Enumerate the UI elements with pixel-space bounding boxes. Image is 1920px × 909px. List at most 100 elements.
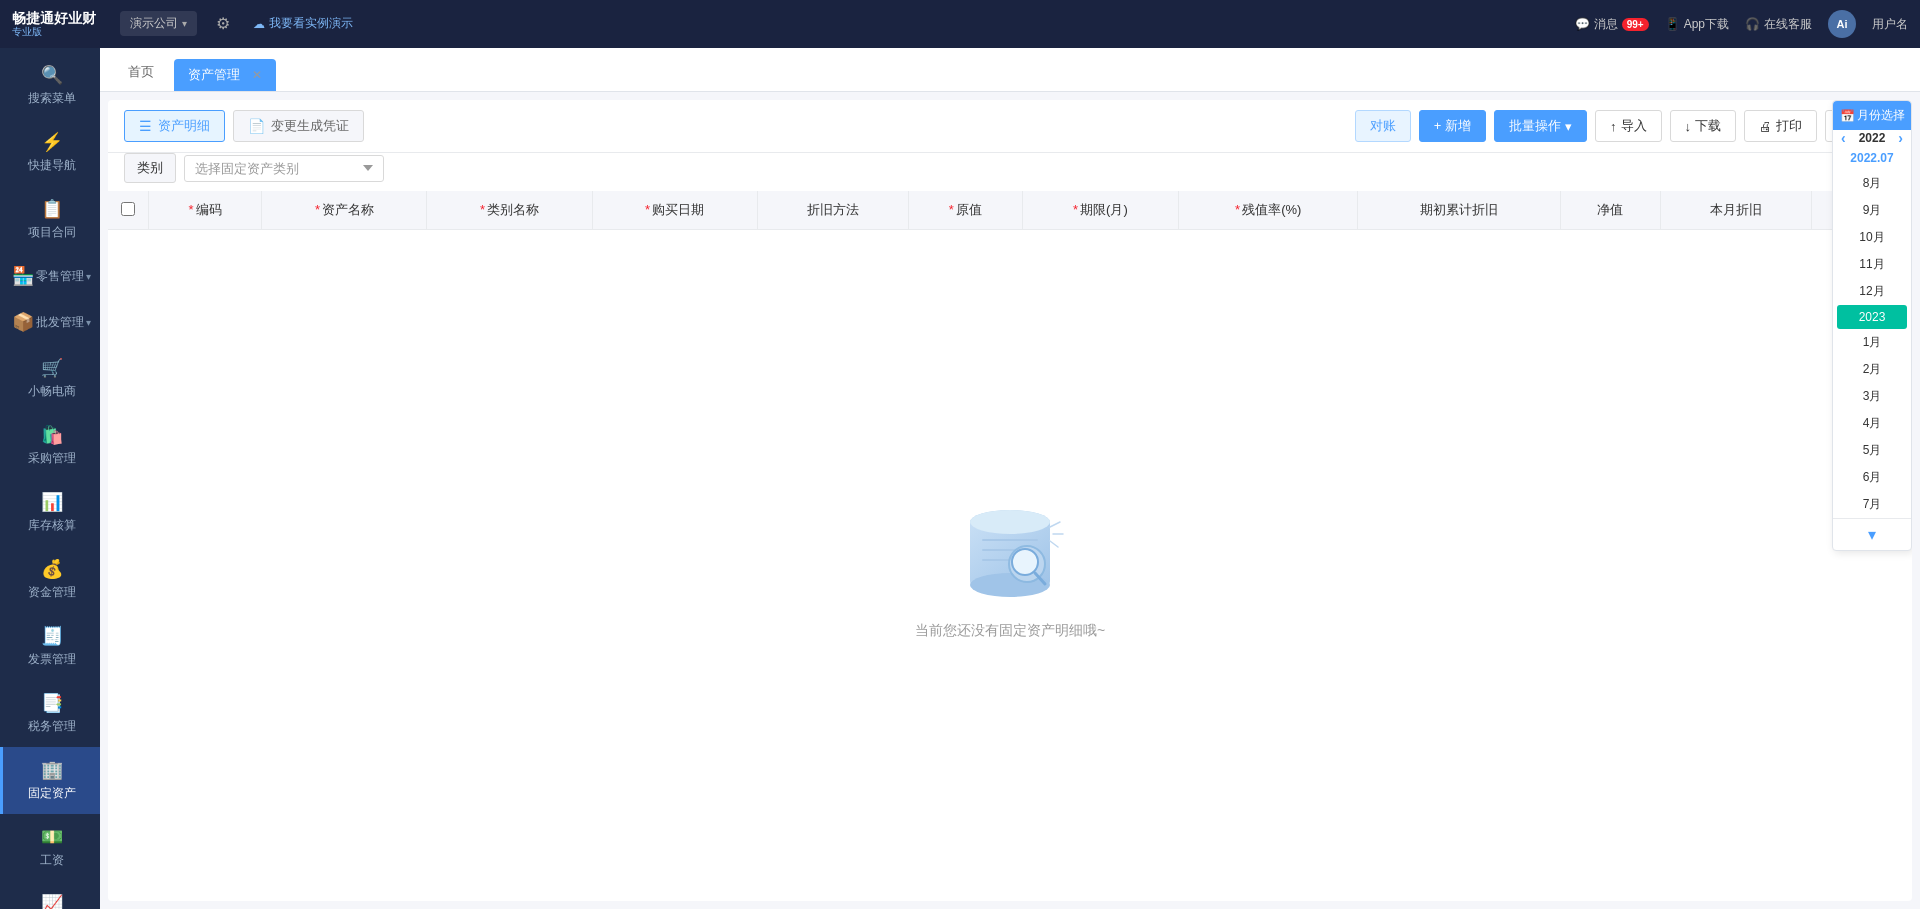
sidebar-item-retail-mgmt[interactable]: 🏪 零售管理 ▾: [0, 253, 100, 299]
app-download-button[interactable]: 📱 App下载: [1665, 16, 1729, 33]
sidebar-item-tax-mgmt[interactable]: 📑 税务管理: [0, 680, 100, 747]
message-icon: 💬: [1575, 17, 1590, 31]
month-item-3[interactable]: 3月: [1833, 383, 1911, 410]
avatar[interactable]: Ai: [1828, 10, 1856, 38]
month-item-1[interactable]: 1月: [1833, 329, 1911, 356]
batch-ops-label: 批量操作: [1509, 117, 1561, 135]
import-button[interactable]: ↑ 导入: [1595, 110, 1662, 142]
online-service-label: 在线客服: [1764, 16, 1812, 33]
chart-icon: 📊: [41, 491, 63, 513]
prev-year-button[interactable]: ‹: [1841, 130, 1846, 146]
sidebar-item-label: 零售管理: [36, 268, 84, 285]
sidebar-item-payroll[interactable]: 💵 工资: [0, 814, 100, 881]
print-label: 打印: [1776, 117, 1802, 135]
document-icon: 📑: [41, 692, 63, 714]
download-label: 下载: [1695, 117, 1721, 135]
box-icon: 📦: [12, 311, 34, 333]
tab-close-icon[interactable]: ✕: [252, 68, 262, 82]
online-service-button[interactable]: 🎧 在线客服: [1745, 16, 1812, 33]
sidebar-item-ecommerce[interactable]: 🛒 小畅电商: [0, 345, 100, 412]
cloud-icon: ☁: [253, 17, 265, 31]
month-item-2[interactable]: 2月: [1833, 356, 1911, 383]
tab-asset-mgmt-label: 资产管理: [188, 66, 240, 84]
next-year-button[interactable]: ›: [1898, 130, 1903, 146]
company-selector[interactable]: 演示公司 ▾: [120, 11, 197, 36]
building-icon: 🏢: [41, 759, 63, 781]
category-select[interactable]: 选择固定资产类别: [184, 155, 384, 182]
col-asset-name: *资产名称: [262, 191, 427, 230]
sidebar-item-label: 库存核算: [28, 517, 76, 534]
headset-icon: 🎧: [1745, 17, 1760, 31]
search-icon: 🔍: [41, 64, 63, 86]
print-button[interactable]: 🖨 打印: [1744, 110, 1817, 142]
col-residual-rate: *残值率(%): [1179, 191, 1358, 230]
calendar-icon: 📅: [1840, 109, 1855, 123]
month-item-5[interactable]: 5月: [1833, 437, 1911, 464]
svg-point-3: [970, 510, 1050, 534]
sub-tab-asset-detail-label: 资产明细: [158, 117, 210, 135]
reconcile-button[interactable]: 对账: [1355, 110, 1411, 142]
sidebar-item-label: 工资: [40, 852, 64, 869]
asset-table: *编码 *资产名称 *类别名称 *购买日期 折旧方法 *原值 *期限(月) *残…: [108, 191, 1912, 230]
top-bar-left: 畅捷通好业财 专业版 演示公司 ▾ ⚙ ☁ 我要看实例演示: [12, 10, 353, 39]
chevron-down-icon: ▾: [182, 18, 187, 29]
user-name: 用户名: [1872, 16, 1908, 33]
month-nav: ‹ 2022 ›: [1833, 130, 1911, 146]
month-item-11[interactable]: 11月: [1833, 251, 1911, 278]
download-button[interactable]: ↓ 下载: [1670, 110, 1737, 142]
sidebar-item-quick-nav[interactable]: ⚡ 快捷导航: [0, 119, 100, 186]
month-panel-header: 📅 月份选择: [1833, 101, 1911, 130]
sidebar-item-finance-mgmt[interactable]: 💰 资金管理: [0, 546, 100, 613]
sidebar-item-search[interactable]: 🔍 搜索菜单: [0, 52, 100, 119]
month-item-6[interactable]: 6月: [1833, 464, 1911, 491]
month-item-7-2023[interactable]: 7月: [1833, 491, 1911, 518]
settings-icon[interactable]: ⚙: [209, 10, 237, 38]
svg-line-10: [1050, 522, 1060, 527]
empty-illustration: [945, 492, 1075, 622]
sidebar: 🔍 搜索菜单 ⚡ 快捷导航 📋 项目合同 🏪 零售管理 ▾ 📦 批发管理 ▾ 🛒…: [0, 48, 100, 909]
col-category-name: *类别名称: [427, 191, 592, 230]
col-depreciation-method: 折旧方法: [757, 191, 908, 230]
month-item-9[interactable]: 9月: [1833, 197, 1911, 224]
empty-state: 当前您还没有固定资产明细哦~: [108, 230, 1912, 901]
new-button[interactable]: + 新增: [1419, 110, 1486, 142]
page-content: ☰ 资产明细 📄 变更生成凭证 对账 + 新增 批量操作: [108, 100, 1912, 901]
sub-tab-bar: ☰ 资产明细 📄 变更生成凭证 对账 + 新增 批量操作: [108, 100, 1912, 153]
month-item-4[interactable]: 4月: [1833, 410, 1911, 437]
tab-home[interactable]: 首页: [112, 55, 170, 91]
category-label[interactable]: 类别: [124, 153, 176, 183]
sidebar-item-operations-mgmt[interactable]: 📈 经营管理: [0, 881, 100, 909]
sidebar-item-wholesale-mgmt[interactable]: 📦 批发管理 ▾: [0, 299, 100, 345]
app-logo: 畅捷通好业财 专业版: [12, 10, 96, 39]
sub-tab-change-voucher[interactable]: 📄 变更生成凭证: [233, 110, 364, 142]
sidebar-item-invoice-mgmt[interactable]: 🧾 发票管理: [0, 613, 100, 680]
batch-ops-button[interactable]: 批量操作 ▾: [1494, 110, 1587, 142]
tab-asset-mgmt[interactable]: 资产管理 ✕: [174, 59, 276, 91]
select-all-checkbox[interactable]: [121, 202, 135, 216]
sidebar-item-inventory[interactable]: 📊 库存核算: [0, 479, 100, 546]
download-icon: 📱: [1665, 17, 1680, 31]
chevron-down-icon: ▾: [1565, 119, 1572, 134]
month-item-8[interactable]: 8月: [1833, 170, 1911, 197]
avatar-text: Ai: [1837, 18, 1848, 30]
month-item-10[interactable]: 10月: [1833, 224, 1911, 251]
sub-tab-asset-detail[interactable]: ☰ 资产明细: [124, 110, 225, 142]
salary-icon: 💵: [41, 826, 63, 848]
sidebar-item-purchase-mgmt[interactable]: 🛍️ 采购管理: [0, 412, 100, 479]
message-button[interactable]: 💬 消息 99+: [1575, 16, 1649, 33]
example-link[interactable]: ☁ 我要看实例演示: [253, 15, 353, 32]
panel-collapse-button[interactable]: ▾: [1868, 525, 1876, 544]
category-label-text: 类别: [137, 159, 163, 177]
company-name: 演示公司: [130, 15, 178, 32]
sidebar-item-project-contract[interactable]: 📋 项目合同: [0, 186, 100, 253]
month-item-12[interactable]: 12月: [1833, 278, 1911, 305]
year-marker-2023: 2023: [1837, 305, 1907, 329]
sub-tab-change-voucher-label: 变更生成凭证: [271, 117, 349, 135]
sidebar-item-fixed-assets[interactable]: 🏢 固定资产: [0, 747, 100, 814]
sidebar-item-label: 搜索菜单: [28, 90, 76, 107]
app-name: 畅捷通好业财: [12, 10, 96, 27]
col-net-value: 净值: [1560, 191, 1660, 230]
month-item-2022-07[interactable]: 2022.07: [1833, 146, 1911, 170]
category-filter: 类别 选择固定资产类别: [108, 153, 1912, 191]
sidebar-item-label: 批发管理: [36, 314, 84, 331]
